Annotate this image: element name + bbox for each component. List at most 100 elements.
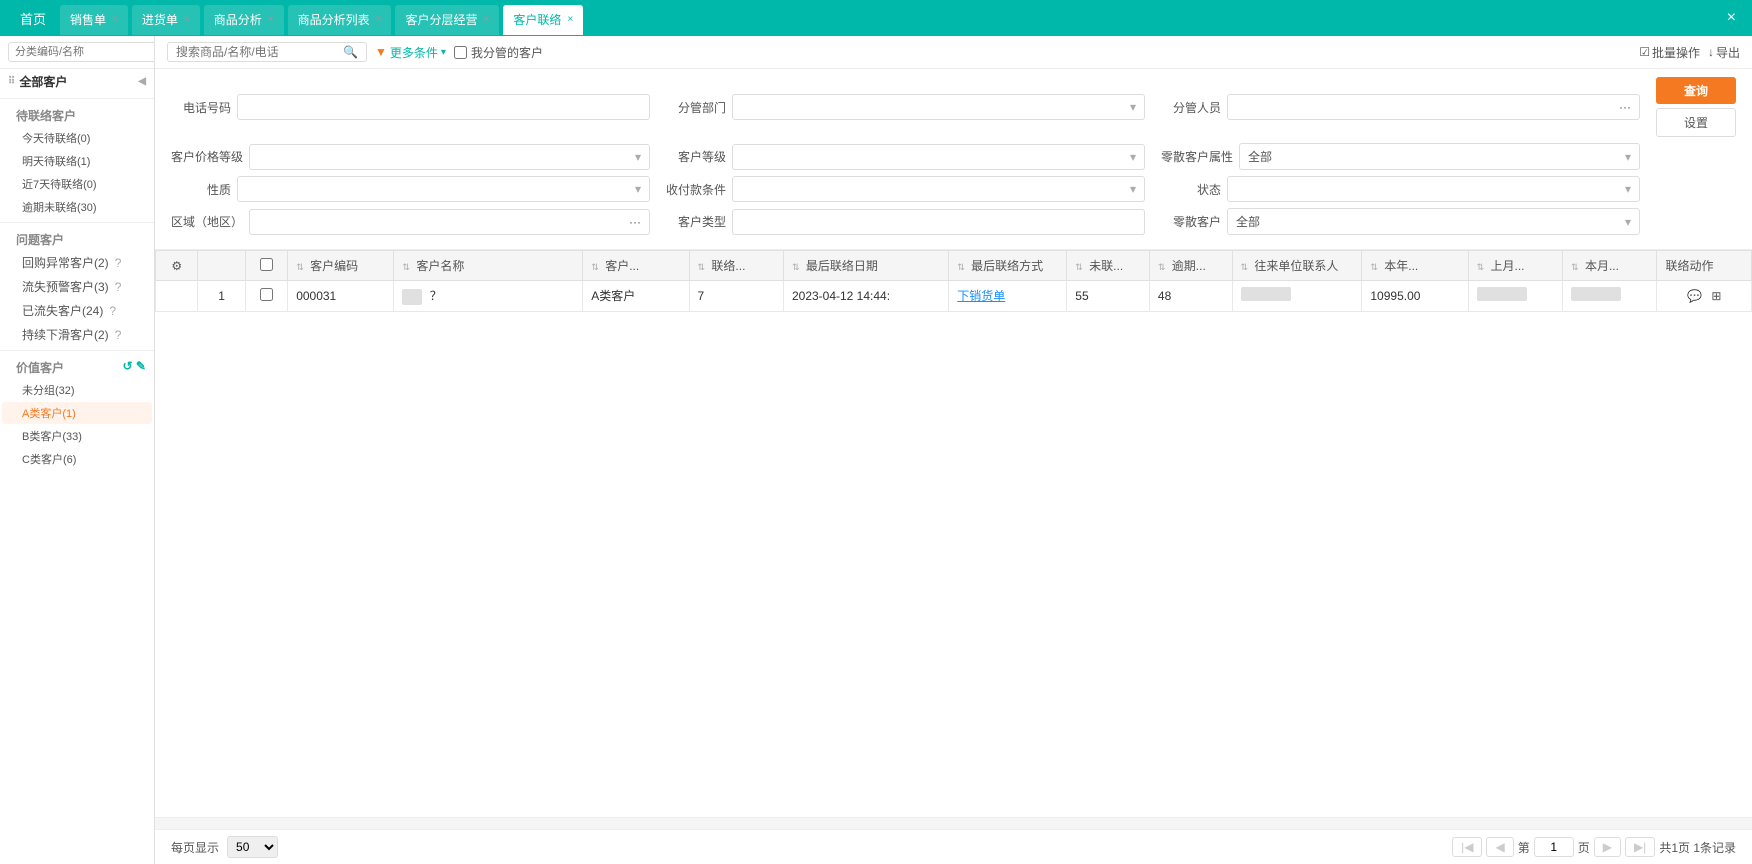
filter-label-person: 分管人员 <box>1161 99 1221 116</box>
col-header-check[interactable] <box>245 251 287 281</box>
sidebar-item-unclassified[interactable]: 未分组(32) <box>2 379 152 401</box>
next-page-button[interactable]: ▶ <box>1594 837 1621 857</box>
close-tab-product-analysis[interactable]: × <box>268 14 274 25</box>
sidebar-item-repurchase-abnormal[interactable]: 回购异常客户(2) ? <box>2 251 152 274</box>
filter-input-region[interactable]: ··· <box>249 209 650 235</box>
table-row: 1 000031 ？ A类客户 7 2023-04-12 14:44: <box>156 281 1752 312</box>
filter-input-retail-customer[interactable]: 全部 ▾ <box>1227 208 1640 235</box>
close-tab-customer-tier[interactable]: × <box>483 14 489 25</box>
row-last-way[interactable]: 下销货单 <box>949 281 1067 312</box>
sidebar-search-input[interactable] <box>8 42 155 62</box>
nav-tab-purchase[interactable]: 进货单 × <box>132 5 200 35</box>
close-tab-customer-contact[interactable]: × <box>567 14 573 25</box>
sidebar-item-tomorrow-contact[interactable]: 明天待联络(1) <box>2 150 152 172</box>
sidebar-item-overdue-contact[interactable]: 逾期未联络(30) <box>2 196 152 218</box>
close-tab-sales[interactable]: × <box>112 14 118 25</box>
col-header-last-month[interactable]: ⇅ 上月... <box>1468 251 1562 281</box>
settings-button[interactable]: 设置 <box>1656 108 1736 137</box>
sidebar-item-declining[interactable]: 持续下滑客户(2) ? <box>2 323 152 346</box>
filter-input-price-level[interactable]: ▾ <box>249 144 650 170</box>
row-name[interactable]: ？ <box>394 281 583 312</box>
col-header-this-month[interactable]: ⇅ 本月... <box>1563 251 1657 281</box>
per-page-select[interactable]: 50 100 200 <box>227 836 278 858</box>
sort-icon-person: ⇅ <box>1241 262 1249 272</box>
nav-home[interactable]: 首页 <box>8 9 58 28</box>
nav-tab-customer-tier[interactable]: 客户分层经营 × <box>395 5 499 35</box>
nav-tab-sales[interactable]: 销售单 × <box>60 5 128 35</box>
chat-action-icon[interactable]: 💬 <box>1687 289 1702 303</box>
page-number-input[interactable] <box>1534 837 1574 857</box>
help-icon-declining[interactable]: ? <box>115 328 122 342</box>
row-checkbox[interactable] <box>260 288 273 301</box>
my-customers-checkbox[interactable] <box>454 46 467 59</box>
filter-input-dept[interactable]: ▾ <box>732 94 1145 120</box>
filter-input-retail-attr[interactable]: 全部 ▾ <box>1239 143 1640 170</box>
customer-table: ⚙ ⇅ 客户编码 ⇅ 客户名称 <box>155 250 1752 312</box>
col-header-contact-count[interactable]: ⇅ 联络... <box>689 251 783 281</box>
filter-input-customer-type[interactable] <box>732 209 1145 235</box>
window-close-button[interactable]: × <box>1719 9 1744 27</box>
filter-input-payment[interactable]: ▾ <box>732 176 1145 202</box>
my-customers-checkbox-label[interactable]: 我分管的客户 <box>454 44 543 61</box>
prev-page-button[interactable]: ◀ <box>1486 837 1513 857</box>
collapse-sidebar-icon[interactable]: ◀ <box>138 76 146 87</box>
col-header-name[interactable]: ⇅ 客户名称 <box>394 251 583 281</box>
sidebar-item-class-a[interactable]: A类客户(1) <box>2 402 152 424</box>
filter-item-nature: 性质 ▾ <box>171 176 650 202</box>
row-actions: 💬 ⊞ <box>1657 281 1752 312</box>
sidebar-all-customers[interactable]: ⠿ 全部客户 ◀ <box>0 69 154 94</box>
col-header-type[interactable]: ⇅ 客户... <box>583 251 689 281</box>
first-page-button[interactable]: |◀ <box>1452 837 1482 857</box>
sidebar-item-class-b[interactable]: B类客户(33) <box>2 425 152 447</box>
col-header-code[interactable]: ⇅ 客户编码 <box>288 251 394 281</box>
help-icon-churn-warning[interactable]: ? <box>115 280 122 294</box>
close-tab-product-list[interactable]: × <box>376 14 382 25</box>
select-all-checkbox[interactable] <box>260 258 273 271</box>
horizontal-scrollbar[interactable] <box>155 817 1752 829</box>
filter-input-phone[interactable] <box>237 94 650 120</box>
filter-label-payment: 收付款条件 <box>666 181 726 198</box>
filter-input-status[interactable]: ▾ <box>1227 176 1640 202</box>
gear-icon[interactable]: ⚙ <box>171 259 182 273</box>
sidebar-item-churn-warning[interactable]: 流失预警客户(3) ? <box>2 275 152 298</box>
sidebar-item-class-c[interactable]: C类客户(6) <box>2 448 152 470</box>
nav-tab-customer-contact[interactable]: 客户联络 × <box>503 5 583 35</box>
export-button[interactable]: ↓ 导出 <box>1708 44 1740 61</box>
sidebar-item-churned[interactable]: 已流失客户(24) ? <box>2 299 152 322</box>
toolbar-filter-more[interactable]: ▼ 更多条件 ▾ <box>375 44 446 61</box>
sort-icon-type: ⇅ <box>591 262 599 272</box>
row-last-month <box>1468 281 1562 312</box>
sort-icon-this-month: ⇅ <box>1571 262 1579 272</box>
footer: 每页显示 50 100 200 |◀ ◀ 第 页 ▶ ▶| 共1页 1条记录 <box>155 829 1752 864</box>
col-header-last-date[interactable]: ⇅ 最后联络日期 <box>783 251 948 281</box>
col-header-gear[interactable]: ⚙ <box>156 251 198 281</box>
nav-tab-product-list[interactable]: 商品分析列表 × <box>288 5 392 35</box>
query-button[interactable]: 查询 <box>1656 77 1736 104</box>
col-header-this-year[interactable]: ⇅ 本年... <box>1362 251 1468 281</box>
sidebar-item-today-contact[interactable]: 今天待联络(0) <box>2 127 152 149</box>
filter-input-customer-level[interactable]: ▾ <box>732 144 1145 170</box>
batch-op-button[interactable]: ☑ 批量操作 <box>1639 44 1700 61</box>
toolbar-search-input[interactable] <box>176 45 339 59</box>
col-header-last-way[interactable]: ⇅ 最后联络方式 <box>949 251 1067 281</box>
col-header-person[interactable]: ⇅ 往来单位联系人 <box>1232 251 1362 281</box>
toolbar-search-icon[interactable]: 🔍 <box>343 45 358 59</box>
last-page-button[interactable]: ▶| <box>1625 837 1655 857</box>
sort-icon-this-year: ⇅ <box>1370 262 1378 272</box>
nav-tab-product-analysis[interactable]: 商品分析 × <box>204 5 284 35</box>
filter-label-nature: 性质 <box>171 181 231 198</box>
table-container: ⚙ ⇅ 客户编码 ⇅ 客户名称 <box>155 250 1752 817</box>
group-actions-value[interactable]: ↺ ✎ <box>123 359 146 373</box>
row-check[interactable] <box>245 281 287 312</box>
filter-input-person[interactable]: ··· <box>1227 94 1640 120</box>
col-header-overdue[interactable]: ⇅ 逾期... <box>1149 251 1232 281</box>
content-area: 🔍 ▼ 更多条件 ▾ 我分管的客户 ☑ 批量操作 ↓ 导出 <box>155 36 1752 864</box>
close-tab-purchase[interactable]: × <box>184 14 190 25</box>
help-icon-repurchase[interactable]: ? <box>115 256 122 270</box>
qrcode-action-icon[interactable]: ⊞ <box>1711 289 1721 303</box>
help-icon-churned[interactable]: ? <box>109 304 116 318</box>
filter-input-nature[interactable]: ▾ <box>237 176 650 202</box>
col-header-no-contact[interactable]: ⇅ 未联... <box>1067 251 1150 281</box>
person-placeholder <box>1241 287 1291 301</box>
sidebar-item-7days-contact[interactable]: 近7天待联络(0) <box>2 173 152 195</box>
